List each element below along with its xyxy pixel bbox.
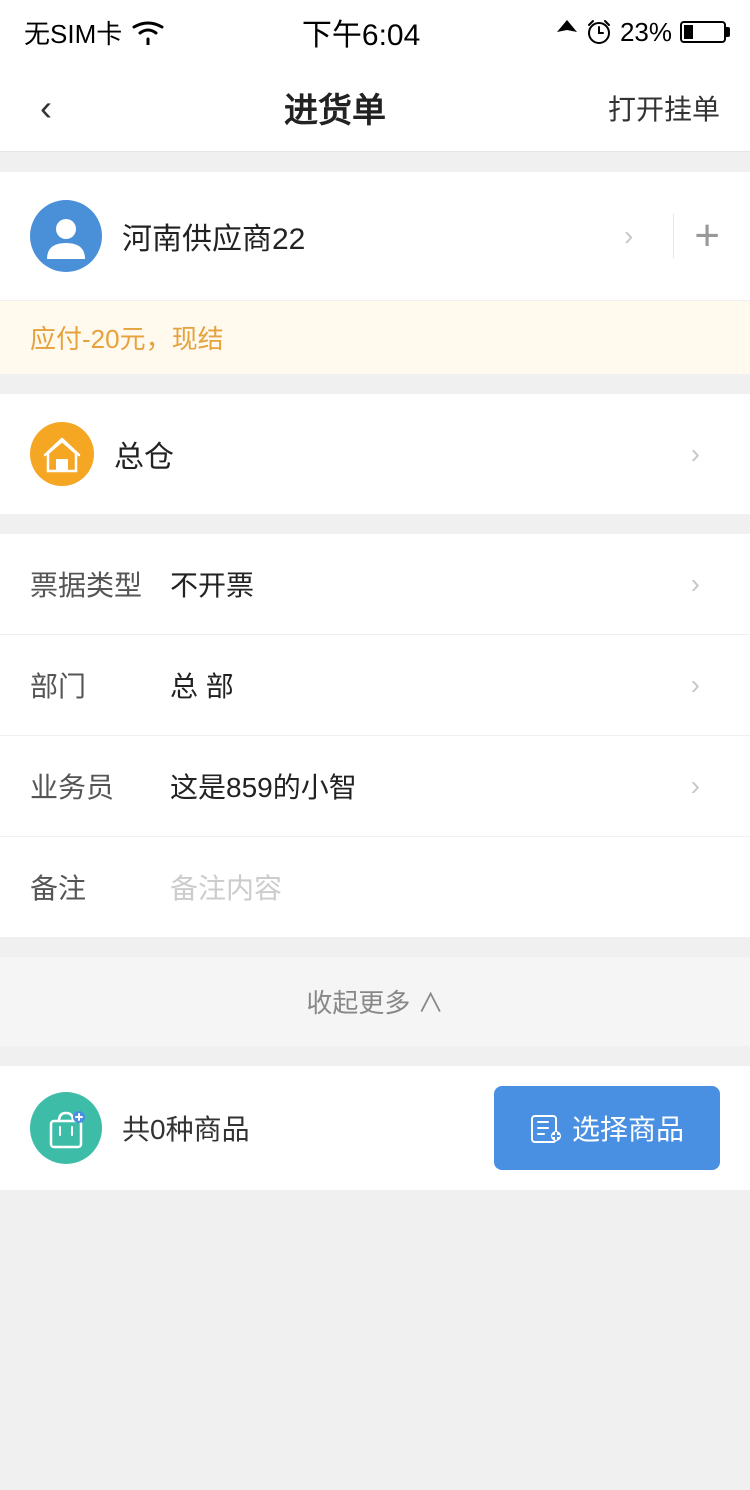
supplier-name: 河南供应商22 bbox=[122, 214, 624, 258]
notice-bar: 应付-20元，现结 bbox=[0, 301, 750, 374]
page-title: 进货单 bbox=[284, 83, 386, 132]
invoice-type-row[interactable]: 票据类型 不开票 › bbox=[0, 534, 750, 635]
person-icon bbox=[43, 213, 89, 259]
add-supplier-button[interactable]: + bbox=[694, 214, 720, 258]
bottom-bar: 共0种商品 选择商品 bbox=[0, 1066, 750, 1190]
status-bar: 无SIM卡 下午6:04 23% bbox=[0, 0, 750, 64]
product-count-label: 共0种商品 bbox=[122, 1108, 494, 1148]
invoice-label: 票据类型 bbox=[30, 564, 150, 604]
page-background bbox=[0, 1190, 750, 1490]
supplier-row[interactable]: 河南供应商22 › + bbox=[0, 172, 750, 301]
remark-placeholder: 备注内容 bbox=[150, 867, 720, 907]
remark-label: 备注 bbox=[30, 867, 150, 907]
wifi-icon bbox=[130, 19, 166, 45]
status-time: 下午6:04 bbox=[302, 10, 420, 54]
supplier-chevron-icon: › bbox=[624, 220, 633, 252]
collapse-row[interactable]: 收起更多 ∧ bbox=[0, 957, 750, 1046]
open-pending-button[interactable]: 打开挂单 bbox=[608, 88, 720, 128]
department-chevron-icon: › bbox=[691, 669, 700, 701]
warehouse-icon bbox=[30, 422, 94, 486]
salesperson-label: 业务员 bbox=[30, 766, 150, 806]
status-bar-left: 无SIM卡 bbox=[24, 14, 166, 51]
nav-bar: ‹ 进货单 打开挂单 bbox=[0, 64, 750, 152]
form-section: 票据类型 不开票 › 部门 总 部 › 业务员 这是859的小智 › 备注 备注… bbox=[0, 534, 750, 937]
remark-row[interactable]: 备注 备注内容 bbox=[0, 837, 750, 937]
product-icon bbox=[30, 1092, 102, 1164]
select-product-button[interactable]: 选择商品 bbox=[494, 1086, 720, 1170]
department-row[interactable]: 部门 总 部 › bbox=[0, 635, 750, 736]
battery-percent: 23% bbox=[620, 17, 672, 48]
notice-text: 应付-20元，现结 bbox=[30, 324, 224, 354]
warehouse-name: 总仓 bbox=[114, 432, 691, 476]
section-divider-top bbox=[0, 152, 750, 172]
home-icon bbox=[43, 435, 81, 473]
battery-icon bbox=[680, 21, 726, 43]
back-button[interactable]: ‹ bbox=[30, 77, 62, 139]
department-label: 部门 bbox=[30, 665, 150, 705]
warehouse-chevron-icon: › bbox=[691, 438, 700, 470]
select-product-label: 选择商品 bbox=[572, 1108, 684, 1148]
carrier-label: 无SIM卡 bbox=[24, 14, 122, 51]
invoice-chevron-icon: › bbox=[691, 568, 700, 600]
shopping-bag-icon bbox=[45, 1107, 87, 1149]
status-bar-right: 23% bbox=[556, 17, 726, 48]
salesperson-chevron-icon: › bbox=[691, 770, 700, 802]
location-icon bbox=[556, 19, 578, 45]
warehouse-row[interactable]: 总仓 › bbox=[0, 374, 750, 514]
salesperson-row[interactable]: 业务员 这是859的小智 › bbox=[0, 736, 750, 837]
supplier-section: 河南供应商22 › + 应付-20元，现结 bbox=[0, 172, 750, 374]
divider bbox=[673, 214, 674, 258]
department-value: 总 部 bbox=[150, 665, 691, 705]
supplier-avatar bbox=[30, 200, 102, 272]
select-product-icon bbox=[530, 1112, 562, 1144]
invoice-value: 不开票 bbox=[150, 564, 691, 604]
alarm-icon bbox=[586, 19, 612, 45]
salesperson-value: 这是859的小智 bbox=[150, 766, 691, 806]
